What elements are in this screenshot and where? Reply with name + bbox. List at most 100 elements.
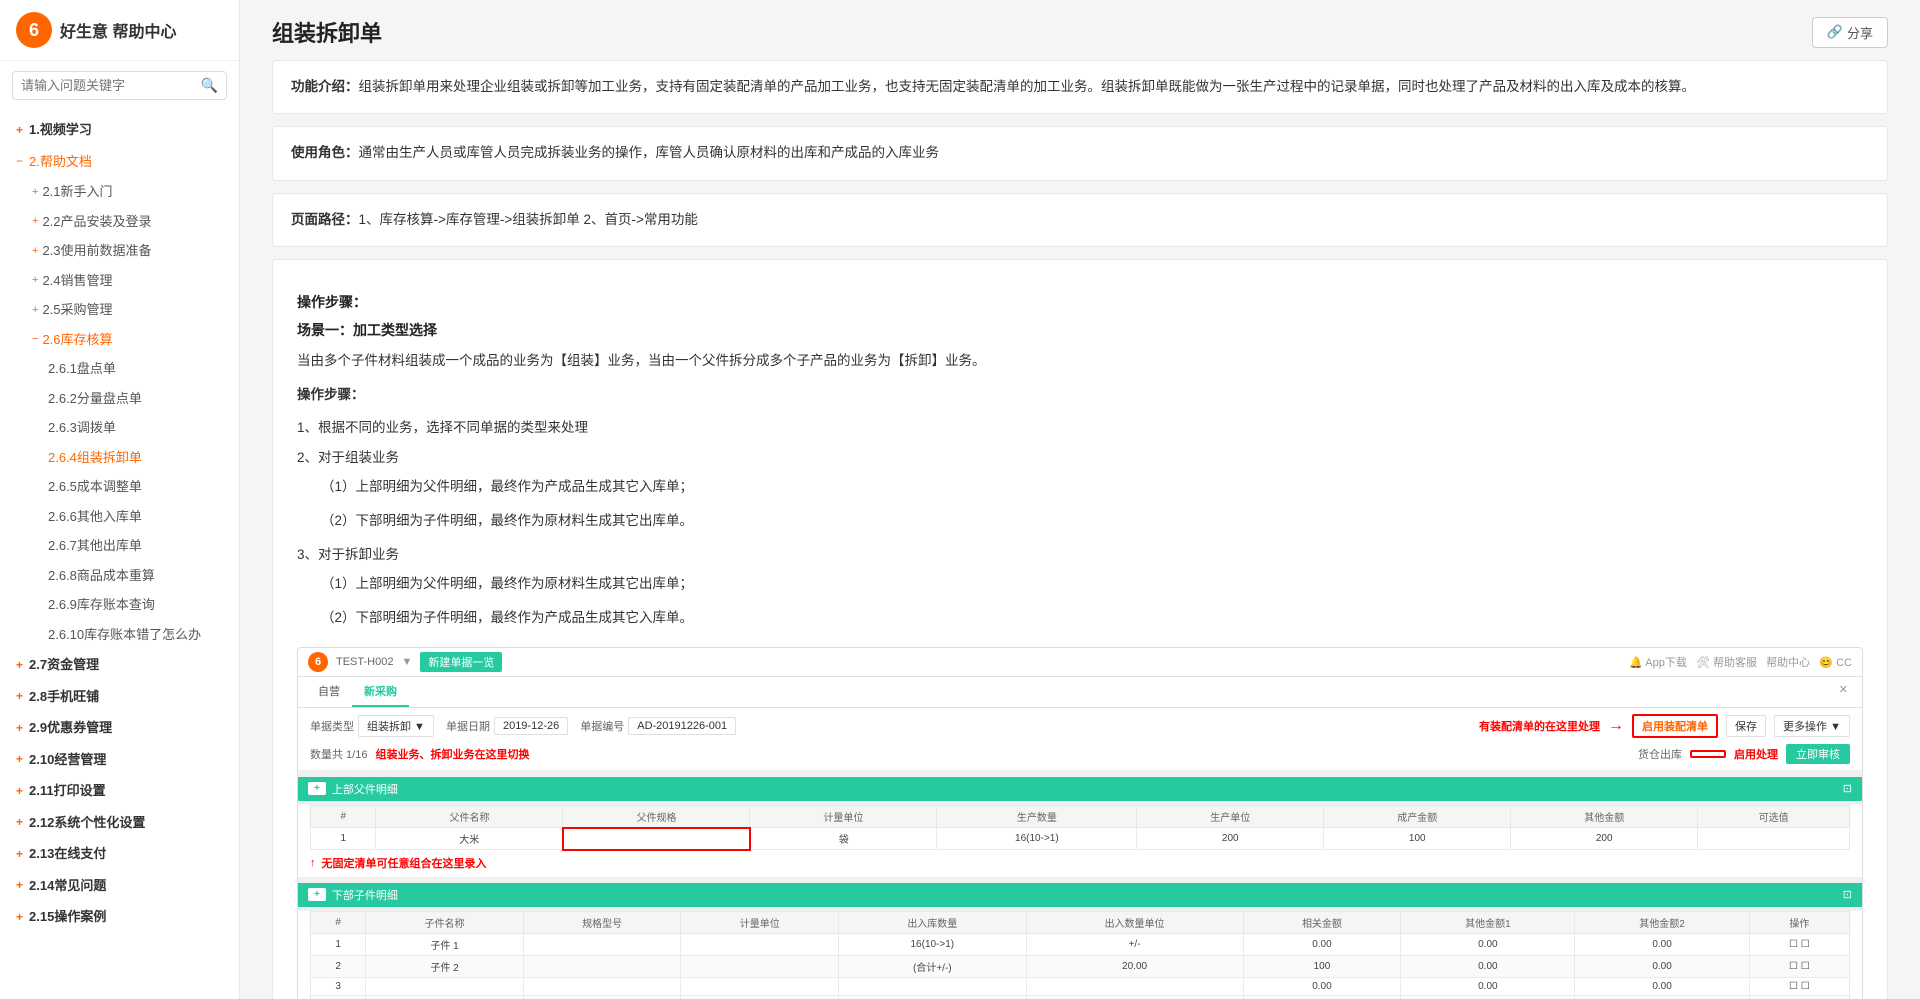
sidebar-item-label: 2.帮助文档 [29,152,92,172]
share-label: 分享 [1847,23,1873,42]
search-icon[interactable]: 🔍 [201,77,218,94]
sidebar-item-label: 1.视频学习 [29,120,92,140]
sidebar-item-2-6-10[interactable]: 2.6.10库存账本错了怎么办 [0,620,239,650]
path-block: 页面路径：1、库存核算->库存管理->组装拆卸单 2、首页->常用功能 [272,193,1888,247]
expand-icon: + [16,782,23,800]
share-icon: 🔗 [1827,24,1843,40]
sidebar-item-2-8[interactable]: + 2.8手机旺铺 [0,681,239,713]
sidebar-item-2-6-6[interactable]: 2.6.6其他入库单 [0,502,239,532]
expand-icon: + [16,845,23,863]
mock-stockout-input[interactable] [1690,750,1726,758]
mock-dropdown: ▼ [401,656,412,668]
expand-icon: + [16,687,23,705]
mock-enable-bom-btn[interactable]: 启用装配清单 [1632,714,1718,738]
intro-text: 功能介绍：组装拆卸单用来处理企业组装或拆卸等加工业务，支持有固定装配清单的产品加… [291,75,1869,99]
mock-type-select[interactable]: 组装拆卸 ▼ [358,715,434,737]
section2-expand[interactable]: ⊡ [1843,888,1852,901]
sidebar-item-2-6-4[interactable]: 2.6.4组装拆卸单 [0,443,239,473]
main-content: 组装拆卸单 🔗 分享 功能介绍：组装拆卸单用来处理企业组装或拆卸等加工业务，支持… [240,0,1920,999]
mock-section-header2: + 下部子件明细 ⊡ [298,883,1862,907]
expand-icon: + [16,656,23,674]
sidebar-item-2-6-1[interactable]: 2.6.1盘点单 [0,354,239,384]
mock-save-btn[interactable]: 保存 [1726,715,1766,737]
annotation3-text: 组装业务、拆卸业务在这里切换 [375,746,529,762]
sidebar-item-2-6-8[interactable]: 2.6.8商品成本重算 [0,561,239,591]
mock-annotation1-area: 有装配清单的在这里处理 → 启用装配清单 保存 更多操作 ▼ [748,714,1850,738]
logo-icon: 6 [16,12,52,48]
step3-2: （2）下部明细为子件明细，最终作为产成品生成其它入库单。 [321,605,1863,631]
mock-docno-value[interactable]: AD-20191226-001 [628,717,736,735]
expand-icon: + [16,750,23,768]
expand-icon: + [16,908,23,926]
sidebar-item-2-12[interactable]: + 2.12系统个性化设置 [0,807,239,839]
mock-top-table-area: # 父件名称 父件规格 计量单位 生产数量 生产单位 成产金额 其他金额 可选值 [298,805,1862,877]
mock-tab-caigou[interactable]: 新采购 [352,677,409,707]
sidebar-item-2-7[interactable]: + 2.7资金管理 [0,649,239,681]
sidebar-item-help-docs[interactable]: − 2.帮助文档 [0,146,239,178]
search-input[interactable] [21,78,201,93]
mock-form-sub-header: 数量共 1/16 组装业务、拆卸业务在这里切换 货仓出库 启用处理 立即审核 [310,744,1850,764]
expand-icon: + [16,813,23,831]
mock-more-btn[interactable]: 更多操作 ▼ [1774,715,1850,737]
annotation1-text: 有装配清单的在这里处理 [1479,718,1600,734]
sidebar-item-2-4[interactable]: +2.4销售管理 [0,266,239,296]
section2-title: 下部子件明细 [332,887,398,903]
mock-top-table: # 父件名称 父件规格 计量单位 生产数量 生产单位 成产金额 其他金额 可选值 [310,805,1850,851]
share-button[interactable]: 🔗 分享 [1812,17,1888,48]
section1-badge: + [308,782,326,795]
sidebar-item-2-13[interactable]: + 2.13在线支付 [0,838,239,870]
sidebar-item-2-5[interactable]: +2.5采购管理 [0,295,239,325]
expand-icon: + [16,121,23,139]
sidebar-item-2-6-9[interactable]: 2.6.9库存账本查询 [0,590,239,620]
annotation4-text: 启用处理 [1734,746,1778,762]
sidebar: 6 好生意 帮助中心 🔍 + 1.视频学习 − 2.帮助文档 +2.1新手入门 … [0,0,240,999]
sidebar-item-2-11[interactable]: + 2.11打印设置 [0,775,239,807]
sidebar-item-2-1[interactable]: +2.1新手入门 [0,177,239,207]
sidebar-item-2-3[interactable]: +2.3使用前数据准备 [0,236,239,266]
search-box[interactable]: 🔍 [12,71,227,100]
step3: 3、对于拆卸业务 [297,542,1863,568]
mock-app: 6 TEST-H002 ▼ 新建单据一览 🔔 App下载 🛠 帮助客服 帮助中心… [298,648,1862,999]
sidebar-item-2-6-2[interactable]: 2.6.2分量盘点单 [0,384,239,414]
sidebar-item-label: 2.12系统个性化设置 [29,813,145,833]
role-block: 使用角色：通常由生产人员或库管人员完成拆装业务的操作，库管人员确认原材料的出库和… [272,126,1888,180]
main-header: 组装拆卸单 🔗 分享 [240,0,1920,60]
sidebar-item-2-10[interactable]: + 2.10经营管理 [0,744,239,776]
sidebar-item-2-6-3[interactable]: 2.6.3调拨单 [0,413,239,443]
step1: 1、根据不同的业务，选择不同单据的类型来处理 [297,415,1863,441]
sidebar-item-label: 2.15操作案例 [29,907,106,927]
mock-confirm-btn[interactable]: 立即审核 [1786,744,1850,764]
screenshot-container: 6 TEST-H002 ▼ 新建单据一览 🔔 App下载 🛠 帮助客服 帮助中心… [297,647,1863,999]
mock-close-btn[interactable]: ✕ [1833,677,1854,707]
sidebar-item-2-2[interactable]: +2.2产品安装及登录 [0,207,239,237]
path-text: 页面路径：1、库存核算->库存管理->组装拆卸单 2、首页->常用功能 [291,208,1869,232]
ops-title2: 操作步骤： [297,382,1863,408]
mock-logo: 6 [308,652,328,672]
step2-2: （2）下部明细为子件明细，最终作为原材料生成其它出库单。 [321,508,1863,534]
mock-tab-zizying[interactable]: 自营 [306,677,352,707]
section2-badge: + [308,888,326,901]
path-content: 1、库存核算->库存管理->组装拆卸单 2、首页->常用功能 [359,212,698,227]
sidebar-item-label: 2.9优惠券管理 [29,718,112,738]
section1-expand[interactable]: ⊡ [1843,782,1852,795]
annotation5-label: 无固定清单可任意组合在这里录入 [322,855,487,871]
sidebar-item-2-9[interactable]: + 2.9优惠券管理 [0,712,239,744]
sidebar-item-2-6-7[interactable]: 2.6.7其他出库单 [0,531,239,561]
sidebar-item-2-14[interactable]: + 2.14常见问题 [0,870,239,902]
mock-date-value[interactable]: 2019-12-26 [494,717,568,735]
scene1-title: 场景一：加工类型选择 [297,320,1863,340]
mock-form-header: 单据类型 组装拆卸 ▼ 单据日期 2019-12-26 单据编号 AD-2019… [298,708,1862,771]
sidebar-header: 6 好生意 帮助中心 [0,0,239,61]
sidebar-item-2-15[interactable]: + 2.15操作案例 [0,901,239,933]
scene1-desc: 当由多个子件材料组装成一个成品的业务为【组装】业务，当由一个父件拆分成多个子产品… [297,348,1863,374]
sidebar-item-video[interactable]: + 1.视频学习 [0,114,239,146]
role-content: 通常由生产人员或库管人员完成拆装业务的操作，库管人员确认原材料的出库和产成品的入… [359,145,940,160]
sidebar-item-2-6[interactable]: −2.6库存核算 [0,325,239,355]
intro-label: 功能介绍： [291,79,359,94]
path-label: 页面路径： [291,212,359,227]
mock-app-id: TEST-H002 [336,656,393,668]
mock-bottom-table-area: # 子件名称 规格型号 计量单位 出入库数量 出入数量单位 相关金额 其他金额1… [298,911,1862,999]
sidebar-item-2-6-5[interactable]: 2.6.5成本调整单 [0,472,239,502]
intro-content: 组装拆卸单用来处理企业组装或拆卸等加工业务，支持有固定装配清单的产品加工业务，也… [359,79,1696,94]
sidebar-item-label: 2.11打印设置 [29,781,106,801]
